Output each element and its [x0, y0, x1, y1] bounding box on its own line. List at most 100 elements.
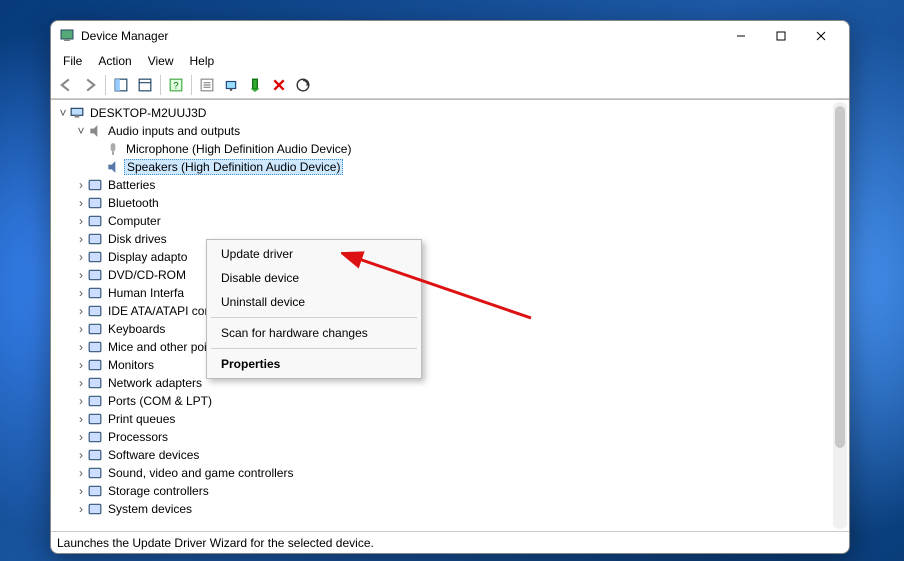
scan-hardware-icon[interactable] — [292, 74, 314, 96]
tree-category[interactable]: › Network adapters — [51, 374, 849, 392]
tree-category-label: System devices — [106, 502, 194, 516]
tree-category[interactable]: ›Disk drives — [51, 230, 849, 248]
details-icon[interactable] — [134, 74, 156, 96]
device-tree-panel: ˅ DESKTOP-M2UUJ3D ˅ Audio inputs and out… — [51, 99, 849, 531]
tree-device-speakers[interactable]: › Speakers (High Definition Audio Device… — [51, 158, 849, 176]
title-bar: Device Manager — [51, 21, 849, 51]
chevron-right-icon[interactable]: › — [75, 394, 87, 408]
sound-icon — [87, 465, 103, 481]
enable-device-icon[interactable] — [244, 74, 266, 96]
close-button[interactable] — [801, 22, 841, 50]
status-text: Launches the Update Driver Wizard for th… — [57, 536, 374, 550]
chevron-right-icon[interactable]: › — [75, 286, 87, 300]
tree-root-label: DESKTOP-M2UUJ3D — [88, 106, 208, 120]
scrollbar-thumb[interactable] — [835, 106, 845, 448]
tree-category[interactable]: ›Sound, video and game controllers — [51, 464, 849, 482]
tree-device-label: Microphone (High Definition Audio Device… — [124, 142, 353, 156]
minimize-button[interactable] — [721, 22, 761, 50]
chevron-right-icon[interactable]: › — [75, 322, 87, 336]
tree-device-label: Speakers (High Definition Audio Device) — [124, 159, 343, 175]
chevron-right-icon[interactable]: › — [75, 304, 87, 318]
chevron-right-icon[interactable]: › — [75, 214, 87, 228]
chevron-right-icon[interactable]: › — [75, 376, 87, 390]
tree-category-label: Human Interfa — [106, 286, 186, 300]
computer-icon — [87, 213, 103, 229]
tree-category-label: Keyboards — [106, 322, 167, 336]
context-uninstall-device[interactable]: Uninstall device — [207, 290, 421, 314]
device-tree[interactable]: ˅ DESKTOP-M2UUJ3D ˅ Audio inputs and out… — [51, 100, 849, 531]
tree-category[interactable]: ›Ports (COM & LPT) — [51, 392, 849, 410]
uninstall-device-icon[interactable] — [268, 74, 290, 96]
chevron-right-icon[interactable]: › — [75, 412, 87, 426]
tree-category-label: Bluetooth — [106, 196, 161, 210]
chevron-right-icon[interactable]: › — [75, 268, 87, 282]
chevron-right-icon[interactable]: › — [75, 250, 87, 264]
menu-bar: File Action View Help — [51, 51, 849, 71]
chevron-right-icon[interactable]: › — [75, 502, 87, 516]
monitor-icon — [87, 357, 103, 373]
tree-category-audio[interactable]: ˅ Audio inputs and outputs — [51, 122, 849, 140]
tree-root[interactable]: ˅ DESKTOP-M2UUJ3D — [51, 104, 849, 122]
context-menu: Update driver Disable device Uninstall d… — [206, 239, 422, 379]
tree-category-label: Network adapters — [106, 376, 204, 390]
tree-category-label: DVD/CD-ROM — [106, 268, 188, 282]
chevron-right-icon[interactable]: › — [75, 430, 87, 444]
software-icon — [87, 447, 103, 463]
chevron-right-icon[interactable]: › — [75, 178, 87, 192]
back-arrow-icon[interactable] — [55, 74, 77, 96]
context-disable-device[interactable]: Disable device — [207, 266, 421, 290]
chevron-right-icon[interactable]: › — [75, 466, 87, 480]
chevron-right-icon[interactable]: › — [75, 232, 87, 246]
menu-help[interactable]: Help — [182, 52, 223, 70]
help-icon[interactable]: ? — [165, 74, 187, 96]
tree-category-label: Processors — [106, 430, 170, 444]
tree-category-label: Print queues — [106, 412, 177, 426]
tree-category[interactable]: › Display adapto — [51, 248, 849, 266]
context-separator — [211, 348, 417, 349]
tree-category[interactable]: › Computer — [51, 212, 849, 230]
optical-icon — [87, 267, 103, 283]
maximize-button[interactable] — [761, 22, 801, 50]
chevron-down-icon[interactable]: ˅ — [75, 124, 87, 138]
chevron-right-icon[interactable]: › — [75, 340, 87, 354]
tree-category[interactable]: ›IDE ATA/ATAPI controllers — [51, 302, 849, 320]
tree-category[interactable]: › DVD/CD-ROM — [51, 266, 849, 284]
chevron-right-icon[interactable]: › — [75, 196, 87, 210]
chevron-right-icon[interactable]: › — [75, 358, 87, 372]
device-manager-window: Device Manager File Action View Help ? — [50, 20, 850, 554]
tree-category[interactable]: ›Mice and other pointing devices — [51, 338, 849, 356]
update-driver-toolbar-icon[interactable] — [220, 74, 242, 96]
menu-view[interactable]: View — [140, 52, 182, 70]
tree-category[interactable]: › Bluetooth — [51, 194, 849, 212]
properties-toolbar-icon[interactable] — [196, 74, 218, 96]
tree-category[interactable]: › Human Interfa — [51, 284, 849, 302]
status-bar: Launches the Update Driver Wizard for th… — [51, 531, 849, 553]
toolbar: ? — [51, 71, 849, 99]
show-hide-tree-icon[interactable] — [110, 74, 132, 96]
tree-device-microphone[interactable]: › Microphone (High Definition Audio Devi… — [51, 140, 849, 158]
tree-category[interactable]: ›Software devices — [51, 446, 849, 464]
menu-file[interactable]: File — [55, 52, 90, 70]
vertical-scrollbar[interactable] — [833, 102, 847, 529]
chevron-right-icon[interactable]: › — [75, 484, 87, 498]
tree-category-label: Computer — [106, 214, 163, 228]
tree-category[interactable]: › Print queues — [51, 410, 849, 428]
tree-category-label: Display adapto — [106, 250, 189, 264]
chevron-right-icon[interactable]: › — [75, 448, 87, 462]
tree-category[interactable]: ›Storage controllers — [51, 482, 849, 500]
tree-category[interactable]: › Processors — [51, 428, 849, 446]
forward-arrow-icon[interactable] — [79, 74, 101, 96]
tree-category[interactable]: ›Batteries — [51, 176, 849, 194]
tree-category[interactable]: ›Monitors — [51, 356, 849, 374]
menu-action[interactable]: Action — [90, 52, 139, 70]
context-scan-hardware[interactable]: Scan for hardware changes — [207, 321, 421, 345]
audio-icon — [87, 123, 103, 139]
chevron-down-icon[interactable]: ˅ — [57, 106, 69, 120]
context-update-driver[interactable]: Update driver — [207, 242, 421, 266]
microphone-icon — [105, 141, 121, 157]
tree-category[interactable]: › Keyboards — [51, 320, 849, 338]
ide-icon — [87, 303, 103, 319]
tree-category[interactable]: › System devices — [51, 500, 849, 518]
context-properties[interactable]: Properties — [207, 352, 421, 376]
network-icon — [87, 375, 103, 391]
